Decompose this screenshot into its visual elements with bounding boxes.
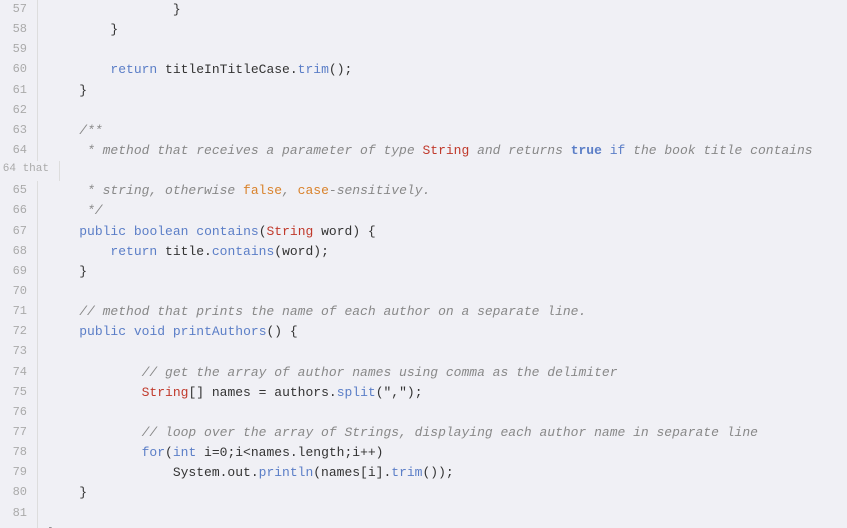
line-content bbox=[38, 504, 847, 524]
line-content: } bbox=[38, 81, 847, 101]
line-content: public boolean contains(String word) { bbox=[38, 222, 847, 242]
line-content: * string, otherwise false, case-sensitiv… bbox=[38, 181, 847, 201]
line-number: 71 bbox=[0, 302, 38, 322]
line-content: String[] names = authors.split(","); bbox=[38, 383, 847, 403]
line-content bbox=[60, 161, 847, 181]
line-number: 82 bbox=[0, 524, 38, 528]
line-number: 81 bbox=[0, 504, 38, 524]
code-line: 67 public boolean contains(String word) … bbox=[0, 222, 847, 242]
code-line: 74 // get the array of author names usin… bbox=[0, 363, 847, 383]
code-line: 66 */ bbox=[0, 201, 847, 221]
line-content bbox=[38, 403, 847, 423]
line-content: public void printAuthors() { bbox=[38, 322, 847, 342]
line-number: 63 bbox=[0, 121, 38, 141]
code-line: 60 return titleInTitleCase.trim(); bbox=[0, 60, 847, 80]
code-line: 81 bbox=[0, 504, 847, 524]
code-line: 61 } bbox=[0, 81, 847, 101]
code-line: 76 bbox=[0, 403, 847, 423]
line-number: 62 bbox=[0, 101, 38, 121]
line-number: 75 bbox=[0, 383, 38, 403]
code-line: 63 /** bbox=[0, 121, 847, 141]
line-content: } bbox=[38, 20, 847, 40]
code-line: 62 bbox=[0, 101, 847, 121]
line-content: // loop over the array of Strings, displ… bbox=[38, 423, 847, 443]
line-number: 60 bbox=[0, 60, 38, 80]
line-number: 79 bbox=[0, 463, 38, 483]
code-line: 72 public void printAuthors() { bbox=[0, 322, 847, 342]
line-content bbox=[38, 282, 847, 302]
line-number: 68 bbox=[0, 242, 38, 262]
code-line: 58 } bbox=[0, 20, 847, 40]
line-content: } bbox=[38, 483, 847, 503]
line-content: for(int i=0;i<names.length;i++) bbox=[38, 443, 847, 463]
line-content: return title.contains(word); bbox=[38, 242, 847, 262]
line-content: } bbox=[38, 524, 847, 528]
line-number: 65 bbox=[0, 181, 38, 201]
code-line: 71 // method that prints the name of eac… bbox=[0, 302, 847, 322]
line-number: 58 bbox=[0, 20, 38, 40]
code-line: 73 bbox=[0, 342, 847, 362]
line-content: */ bbox=[38, 201, 847, 221]
line-number: 66 bbox=[0, 201, 38, 221]
line-number: 77 bbox=[0, 423, 38, 443]
line-number: 74 bbox=[0, 363, 38, 383]
code-line: 77 // loop over the array of Strings, di… bbox=[0, 423, 847, 443]
line-content: } bbox=[38, 0, 847, 20]
code-line: 80 } bbox=[0, 483, 847, 503]
line-number: 69 bbox=[0, 262, 38, 282]
line-number: 61 bbox=[0, 81, 38, 101]
code-line: 68 return title.contains(word); bbox=[0, 242, 847, 262]
line-number: 76 bbox=[0, 403, 38, 423]
line-content bbox=[38, 342, 847, 362]
line-content: } bbox=[38, 262, 847, 282]
line-number: 59 bbox=[0, 40, 38, 60]
line-content bbox=[38, 40, 847, 60]
line-content bbox=[38, 101, 847, 121]
line-number: 64 bbox=[0, 141, 38, 161]
code-line: 65 * string, otherwise false, case-sensi… bbox=[0, 181, 847, 201]
code-line: 78 for(int i=0;i<names.length;i++) bbox=[0, 443, 847, 463]
line-content: System.out.println(names[i].trim()); bbox=[38, 463, 847, 483]
code-line: 82} bbox=[0, 524, 847, 528]
line-content: // get the array of author names using c… bbox=[38, 363, 847, 383]
line-number: 80 bbox=[0, 483, 38, 503]
line-content: return titleInTitleCase.trim(); bbox=[38, 60, 847, 80]
code-editor: 57 }58 }59 60 return titleInTitleCase.tr… bbox=[0, 0, 847, 528]
code-line: 59 bbox=[0, 40, 847, 60]
line-number: 57 bbox=[0, 0, 38, 20]
line-number: 67 bbox=[0, 222, 38, 242]
code-line: 64 that bbox=[0, 161, 847, 181]
code-line: 79 System.out.println(names[i].trim()); bbox=[0, 463, 847, 483]
code-line: 69 } bbox=[0, 262, 847, 282]
line-number: 73 bbox=[0, 342, 38, 362]
line-content: * method that receives a parameter of ty… bbox=[38, 141, 847, 161]
line-content: // method that prints the name of each a… bbox=[38, 302, 847, 322]
line-number: 70 bbox=[0, 282, 38, 302]
code-line: 75 String[] names = authors.split(","); bbox=[0, 383, 847, 403]
code-line: 64 * method that receives a parameter of… bbox=[0, 141, 847, 161]
line-number: 78 bbox=[0, 443, 38, 463]
line-content: /** bbox=[38, 121, 847, 141]
line-number: 64 that bbox=[0, 161, 60, 181]
line-number: 72 bbox=[0, 322, 38, 342]
code-line: 70 bbox=[0, 282, 847, 302]
code-line: 57 } bbox=[0, 0, 847, 20]
